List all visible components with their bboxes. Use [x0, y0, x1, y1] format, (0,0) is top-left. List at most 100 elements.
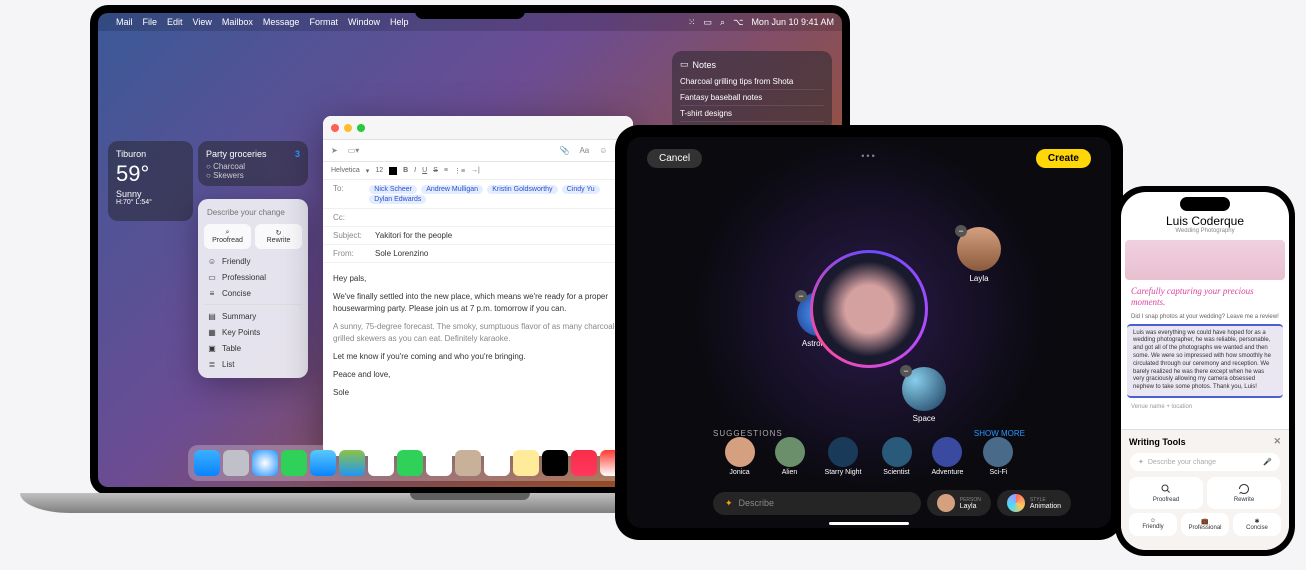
- search-icon[interactable]: ⌕: [720, 17, 725, 28]
- menu-view[interactable]: View: [193, 17, 212, 27]
- battery-icon[interactable]: ▭: [704, 17, 713, 28]
- menu-message[interactable]: Message: [263, 17, 300, 27]
- weather-widget[interactable]: Tiburon 59° Sunny H:70° L:54°: [108, 141, 193, 221]
- orbit-space[interactable]: − Space: [902, 367, 946, 423]
- wifi-icon[interactable]: ⁙: [688, 17, 696, 28]
- selected-text[interactable]: Luis was everything we could have hoped …: [1127, 324, 1283, 398]
- describe-input[interactable]: ✦ Describe: [713, 492, 921, 515]
- close-icon[interactable]: ✕: [1273, 436, 1281, 447]
- suggestion-sci-fi[interactable]: Sci-Fi: [983, 437, 1013, 476]
- cancel-button[interactable]: Cancel: [647, 149, 702, 168]
- recipient-pill[interactable]: Cindy Yu: [562, 185, 600, 194]
- orbit-layla[interactable]: − Layla: [957, 227, 1001, 283]
- action-list[interactable]: ≣List: [204, 356, 302, 372]
- dock-launchpad[interactable]: [223, 450, 249, 476]
- note-item[interactable]: T-shirt designs: [680, 106, 824, 122]
- main-image-preview[interactable]: [810, 250, 928, 368]
- dynamic-island[interactable]: [1180, 197, 1230, 211]
- zoom-button[interactable]: [357, 124, 365, 132]
- suggestion-scientist[interactable]: Scientist: [882, 437, 912, 476]
- mic-icon[interactable]: 🎤: [1263, 458, 1272, 466]
- menu-mailbox[interactable]: Mailbox: [222, 17, 253, 27]
- font-size[interactable]: 12: [375, 167, 383, 174]
- window-titlebar[interactable]: [323, 116, 633, 140]
- recipient-pill[interactable]: Kristin Goldsworthy: [487, 185, 557, 194]
- menu-format[interactable]: Format: [309, 17, 338, 27]
- style-friendly[interactable]: ☺Friendly: [1129, 513, 1177, 536]
- dock-calendar[interactable]: [426, 450, 452, 476]
- menu-edit[interactable]: Edit: [167, 17, 183, 27]
- dock-mail[interactable]: [310, 450, 336, 476]
- rewrite-button[interactable]: ↻Rewrite: [255, 224, 302, 249]
- style-professional[interactable]: ▭Professional: [204, 269, 302, 285]
- bold-button[interactable]: B: [403, 167, 408, 174]
- font-select[interactable]: Helvetica: [331, 167, 360, 174]
- menu-help[interactable]: Help: [390, 17, 409, 27]
- suggestion-adventure[interactable]: Adventure: [932, 437, 964, 476]
- describe-change-input[interactable]: [204, 205, 302, 220]
- align-icon[interactable]: ≡: [444, 167, 448, 174]
- close-button[interactable]: [331, 124, 339, 132]
- dock-music[interactable]: [571, 450, 597, 476]
- style-professional[interactable]: 💼Professional: [1181, 513, 1229, 536]
- person-chip[interactable]: PERSONLayla: [927, 490, 991, 516]
- style-friendly[interactable]: ☺Friendly: [204, 253, 302, 269]
- note-item[interactable]: Charcoal grilling tips from Shota: [680, 74, 824, 90]
- dock-finder[interactable]: [194, 450, 220, 476]
- action-summary[interactable]: ▤Summary: [204, 308, 302, 324]
- style-chip[interactable]: STYLEAnimation: [997, 490, 1071, 516]
- plus-icon[interactable]: ✦: [725, 498, 733, 509]
- proofread-button[interactable]: Proofread: [1129, 477, 1203, 509]
- dock-maps[interactable]: [339, 450, 365, 476]
- subject-input[interactable]: Yakitori for the people: [375, 231, 452, 240]
- attach-icon[interactable]: 📎: [560, 146, 570, 155]
- suggestion-jonica[interactable]: Jonica: [725, 437, 755, 476]
- style-concise[interactable]: ≡Concise: [204, 285, 302, 301]
- menu-window[interactable]: Window: [348, 17, 380, 27]
- proofread-button[interactable]: ⌕Proofread: [204, 224, 251, 249]
- underline-button[interactable]: U: [422, 167, 427, 174]
- suggestion-alien[interactable]: Alien: [775, 437, 805, 476]
- style-concise[interactable]: ✱Concise: [1233, 513, 1281, 536]
- suggestion-starry-night[interactable]: Starry Night: [825, 437, 862, 476]
- dock-photos[interactable]: [368, 450, 394, 476]
- italic-button[interactable]: I: [414, 167, 416, 174]
- menu-file[interactable]: File: [143, 17, 158, 27]
- describe-change-input[interactable]: ✦ Describe your change 🎤: [1129, 452, 1281, 472]
- notes-widget[interactable]: ▭Notes Charcoal grilling tips from Shota…: [672, 51, 832, 131]
- menubar-clock[interactable]: Mon Jun 10 9:41 AM: [751, 17, 834, 27]
- more-icon[interactable]: •••: [861, 151, 876, 161]
- create-button[interactable]: Create: [1036, 149, 1091, 168]
- header-icon[interactable]: ▭▾: [348, 146, 360, 155]
- app-name[interactable]: Mail: [116, 17, 133, 27]
- dock-safari[interactable]: [252, 450, 278, 476]
- dock-facetime[interactable]: [397, 450, 423, 476]
- recipient-pill[interactable]: Andrew Mulligan: [421, 185, 483, 194]
- strike-button[interactable]: S: [433, 167, 438, 174]
- action-table[interactable]: ▣Table: [204, 340, 302, 356]
- note-item[interactable]: Fantasy baseball notes: [680, 90, 824, 106]
- dock-tv[interactable]: [542, 450, 568, 476]
- format-icon[interactable]: Aa: [579, 146, 589, 155]
- rewrite-button[interactable]: Rewrite: [1207, 477, 1281, 509]
- dock-messages[interactable]: [281, 450, 307, 476]
- recipient-pill[interactable]: Nick Scheer: [369, 185, 417, 194]
- dock-contacts[interactable]: [455, 450, 481, 476]
- control-center-icon[interactable]: ⌥: [733, 17, 743, 28]
- venue-placeholder[interactable]: Venue name + location: [1121, 402, 1289, 412]
- emoji-icon[interactable]: ☺: [599, 146, 607, 155]
- home-indicator[interactable]: [829, 522, 909, 525]
- indent-icon[interactable]: →|: [471, 167, 480, 174]
- color-swatch[interactable]: [389, 167, 397, 175]
- dock-reminders[interactable]: [484, 450, 510, 476]
- send-icon[interactable]: ➤: [331, 146, 338, 155]
- recipient-pill[interactable]: Dylan Edwards: [369, 195, 426, 204]
- from-value[interactable]: Sole Lorenzino: [375, 249, 428, 258]
- dock-notes[interactable]: [513, 450, 539, 476]
- cc-input[interactable]: [375, 213, 623, 222]
- list-icon[interactable]: ⋮≡: [454, 167, 465, 175]
- reminders-widget[interactable]: Party groceries 3 ○ Charcoal ○ Skewers: [198, 141, 308, 186]
- action-keypoints[interactable]: ▦Key Points: [204, 324, 302, 340]
- mail-body[interactable]: Hey pals, We've finally settled into the…: [323, 263, 633, 415]
- minimize-button[interactable]: [344, 124, 352, 132]
